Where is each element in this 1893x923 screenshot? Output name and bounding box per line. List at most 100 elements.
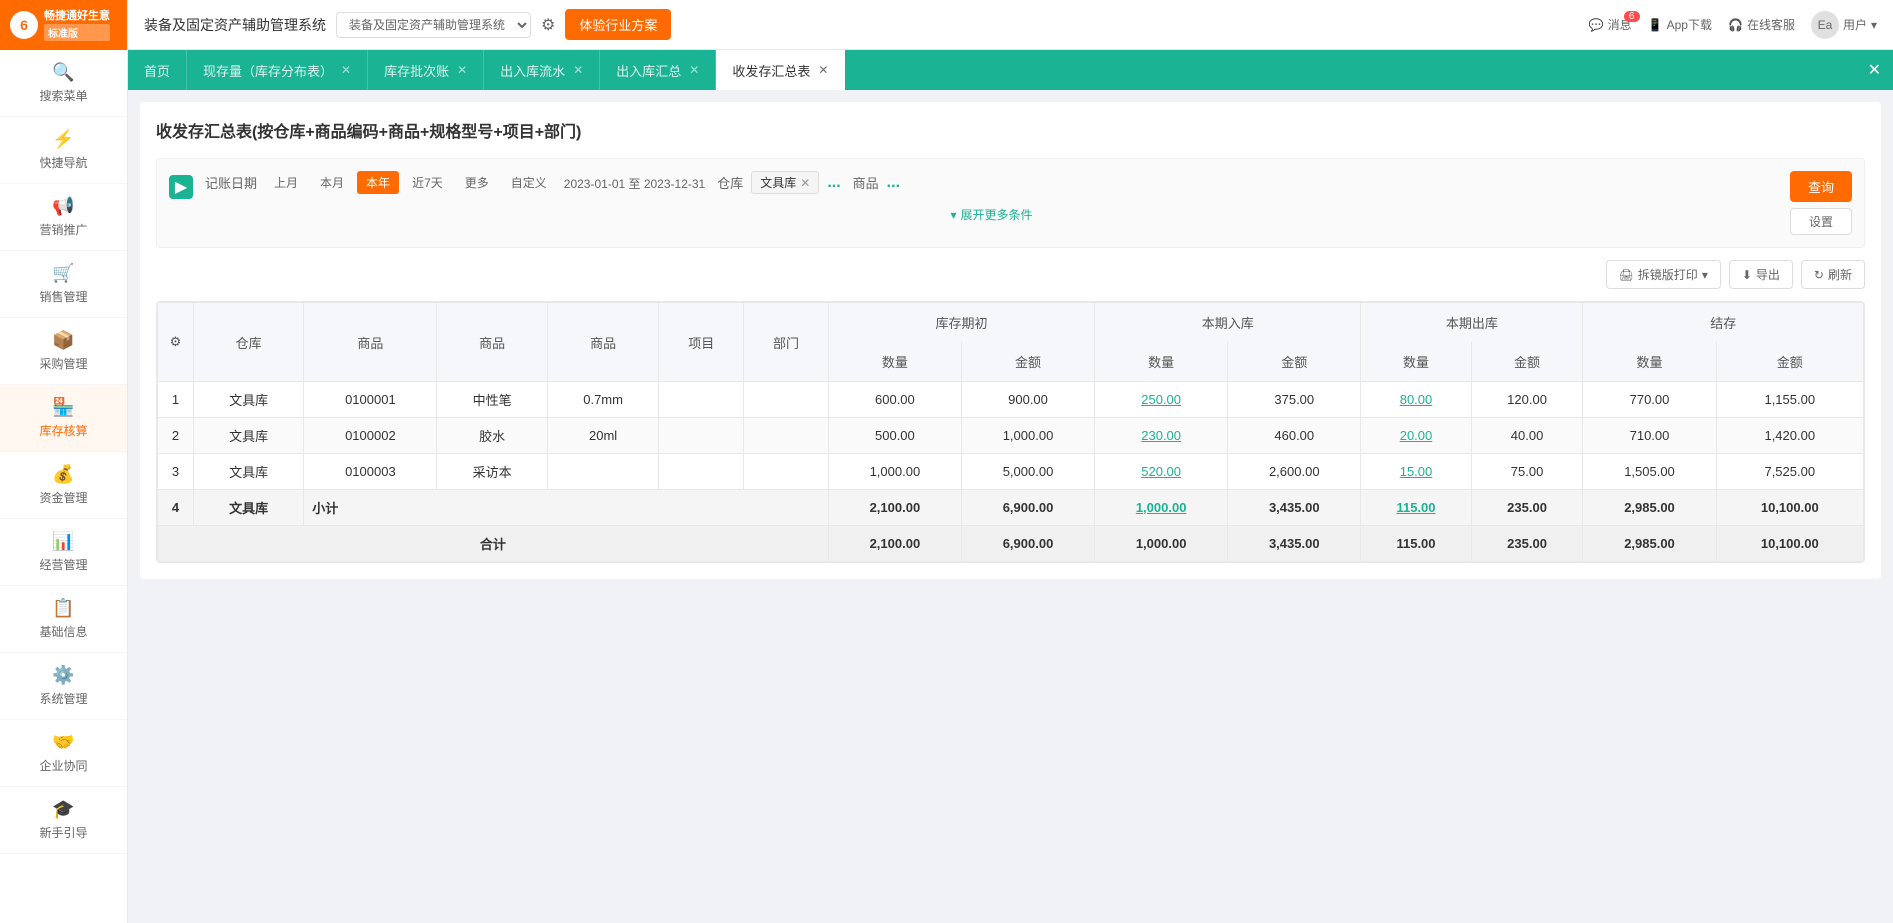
date-tab-this-month[interactable]: 本月	[311, 171, 353, 194]
refresh-icon: ↻	[1814, 268, 1824, 282]
sidebar-item-label: 销售管理	[39, 288, 87, 305]
cell-goods-spec	[547, 454, 659, 490]
tab-inout-summary-label: 出入库汇总	[616, 61, 681, 80]
export-button[interactable]: ⬇ 导出	[1729, 260, 1793, 289]
cell-in-qty[interactable]: 520.00	[1095, 454, 1228, 490]
sidebar-item-search[interactable]: 🔍 搜索菜单	[0, 50, 127, 117]
tab-batch-close[interactable]: ✕	[457, 63, 467, 77]
cell-goods-spec: 0.7mm	[547, 382, 659, 418]
sidebar-item-quick-nav[interactable]: ⚡ 快捷导航	[0, 117, 127, 184]
expand-label: 展开更多条件	[961, 206, 1033, 223]
tab-inout-flow-close[interactable]: ✕	[573, 63, 583, 77]
cell-project	[659, 418, 744, 454]
marketing-icon: 📢	[52, 196, 74, 217]
sidebar-item-finance[interactable]: 💰 资金管理	[0, 452, 127, 519]
sidebar-item-inventory[interactable]: 🏪 库存核算	[0, 385, 127, 452]
sidebar-item-label: 快捷导航	[39, 154, 87, 171]
tab-stock-dist[interactable]: 现存量（库存分布表） ✕	[187, 50, 368, 90]
online-service-item[interactable]: 🎧 在线客服	[1728, 16, 1795, 33]
date-label: 记账日期	[205, 173, 257, 192]
tab-stock-dist-close[interactable]: ✕	[341, 63, 351, 77]
print-button[interactable]: 🖨 拆镜版打印 ▾	[1606, 260, 1721, 289]
messages-item[interactable]: 💬 消息 6	[1589, 16, 1632, 33]
cell-closing-qty: 770.00	[1583, 382, 1716, 418]
table-row: 2 文具库 0100002 胶水 20ml 500.00 1,000.00 23…	[158, 418, 1864, 454]
gear-icon[interactable]: ⚙	[541, 15, 555, 35]
app-download-item[interactable]: 📱 App下载	[1648, 16, 1712, 33]
tab-receive-summary[interactable]: 收发存汇总表 ✕	[716, 50, 845, 90]
goods-ellipsis[interactable]: ...	[887, 174, 900, 192]
cell-out-qty[interactable]: 80.00	[1361, 382, 1471, 418]
cell-closing-qty: 710.00	[1583, 418, 1716, 454]
cell-out-qty[interactable]: 15.00	[1361, 454, 1471, 490]
purchase-icon: 📦	[52, 330, 74, 351]
footer-out-qty: 115.00	[1361, 526, 1471, 562]
expand-more-btn[interactable]: ▾ 展开更多条件	[950, 206, 1032, 223]
operations-icon: 📊	[52, 531, 74, 552]
experience-button[interactable]: 体验行业方案	[565, 9, 671, 40]
system-selector[interactable]: 装备及固定资产辅助管理系统	[336, 12, 531, 38]
cell-in-qty[interactable]: 230.00	[1095, 418, 1228, 454]
setting-button[interactable]: 设置	[1790, 208, 1852, 235]
sidebar-item-enterprise[interactable]: 🤝 企业协同	[0, 720, 127, 787]
system-name: 装备及固定资产辅助管理系统	[144, 15, 326, 35]
sidebar-item-newbie[interactable]: 🎓 新手引导	[0, 787, 127, 854]
th-setting[interactable]: ⚙	[158, 303, 194, 382]
cell-out-qty[interactable]: 20.00	[1361, 418, 1471, 454]
subtotal-label: 小计	[304, 490, 829, 526]
cell-dept	[744, 382, 829, 418]
print-icon: 🖨	[1619, 268, 1634, 282]
tab-inout-summary[interactable]: 出入库汇总 ✕	[600, 50, 716, 90]
tab-batch[interactable]: 库存批次账 ✕	[368, 50, 484, 90]
sidebar-item-operations[interactable]: 📊 经营管理	[0, 519, 127, 586]
goods-label: 商品	[853, 173, 879, 192]
sidebar-item-marketing[interactable]: 📢 营销推广	[0, 184, 127, 251]
warehouse-label: 仓库	[717, 173, 743, 192]
date-tab-last-month[interactable]: 上月	[265, 171, 307, 194]
tab-home[interactable]: 首页	[128, 50, 187, 90]
subtotal-in-qty[interactable]: 1,000.00	[1095, 490, 1228, 526]
tab-inout-flow[interactable]: 出入库流水 ✕	[484, 50, 600, 90]
footer-closing-qty: 2,985.00	[1583, 526, 1716, 562]
cell-opening-qty: 600.00	[828, 382, 961, 418]
sidebar-item-label: 企业协同	[39, 757, 87, 774]
cell-opening-amt: 5,000.00	[961, 454, 1094, 490]
headset-icon: 🎧	[1728, 18, 1743, 32]
date-tab-this-year[interactable]: 本年	[357, 171, 399, 194]
warehouse-tag-close[interactable]: ✕	[800, 176, 810, 190]
messages-badge: 6	[1624, 11, 1640, 22]
date-tab-more[interactable]: 更多	[456, 171, 498, 194]
tab-bar: 首页 现存量（库存分布表） ✕ 库存批次账 ✕ 出入库流水 ✕ 出入库汇总 ✕ …	[128, 50, 1893, 90]
th-opening-amt: 金额	[961, 342, 1094, 382]
footer-in-qty: 1,000.00	[1095, 526, 1228, 562]
footer-opening-amt: 6,900.00	[961, 526, 1094, 562]
app-name: 畅捷通好生意	[44, 9, 110, 24]
sidebar-item-basic-info[interactable]: 📋 基础信息	[0, 586, 127, 653]
user-item[interactable]: Ea 用户 ▾	[1811, 11, 1877, 39]
cell-in-qty[interactable]: 250.00	[1095, 382, 1228, 418]
subtotal-out-qty[interactable]: 115.00	[1361, 490, 1471, 526]
sidebar-item-system[interactable]: ⚙️ 系统管理	[0, 653, 127, 720]
tab-batch-label: 库存批次账	[384, 61, 449, 80]
sidebar-item-sales[interactable]: 🛒 销售管理	[0, 251, 127, 318]
subtotal-no: 4	[158, 490, 194, 526]
sidebar-item-label: 库存核算	[39, 422, 87, 439]
th-closing: 结存	[1583, 303, 1864, 343]
footer-in-amt: 3,435.00	[1228, 526, 1361, 562]
sidebar-item-purchase[interactable]: 📦 采购管理	[0, 318, 127, 385]
tab-receive-summary-close[interactable]: ✕	[818, 63, 828, 77]
cell-opening-amt: 900.00	[961, 382, 1094, 418]
date-tab-custom[interactable]: 自定义	[502, 171, 556, 194]
warehouse-ellipsis[interactable]: ...	[827, 174, 840, 192]
refresh-button[interactable]: ↻ 刷新	[1801, 260, 1865, 289]
date-tab-7days[interactable]: 近7天	[403, 171, 452, 194]
main-content: 收发存汇总表(按仓库+商品编码+商品+规格型号+项目+部门) ▶ 记账日期 上月…	[128, 90, 1893, 923]
tab-bar-close-all[interactable]: ✕	[1856, 60, 1893, 80]
cell-closing-amt: 7,525.00	[1716, 454, 1863, 490]
tab-inout-summary-close[interactable]: ✕	[689, 63, 699, 77]
query-button[interactable]: 查询	[1790, 171, 1852, 202]
cell-warehouse: 文具库	[194, 382, 304, 418]
filter-expand-button[interactable]: ▶	[169, 175, 193, 199]
filter-bar: ▶ 记账日期 上月 本月 本年 近7天 更多 自定义 2023-01-01 至 …	[156, 158, 1865, 248]
system-icon: ⚙️	[52, 665, 74, 686]
